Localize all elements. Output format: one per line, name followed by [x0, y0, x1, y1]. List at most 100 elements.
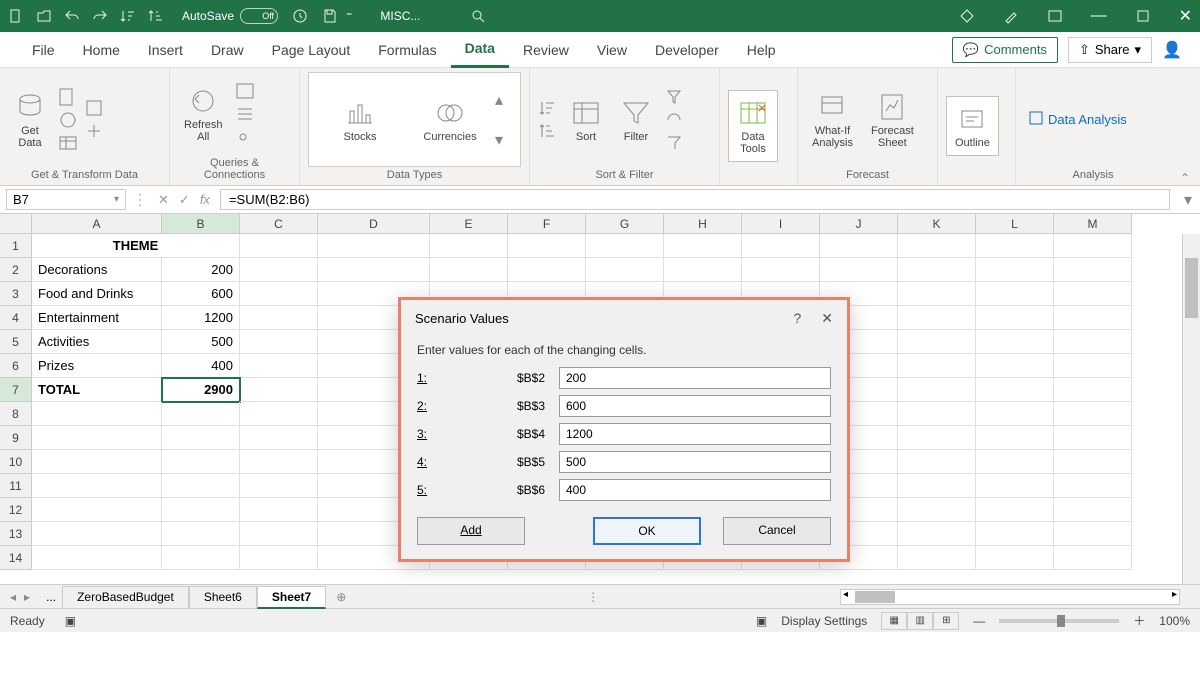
cell[interactable]: [898, 354, 976, 378]
from-web-icon[interactable]: [58, 110, 78, 130]
cell[interactable]: 600: [162, 282, 240, 306]
col-header-G[interactable]: G: [586, 214, 664, 234]
share-button[interactable]: ⇧ Share ▾: [1068, 37, 1152, 63]
cell[interactable]: [240, 306, 318, 330]
queries-icon[interactable]: [235, 81, 255, 101]
new-file-icon[interactable]: [8, 8, 24, 24]
data-analysis-button[interactable]: Data Analysis: [1024, 106, 1131, 133]
page-break-view-icon[interactable]: ⊞: [933, 612, 959, 630]
cell[interactable]: 2900: [162, 378, 240, 402]
zoom-level[interactable]: 100%: [1159, 614, 1190, 628]
cell[interactable]: [1054, 354, 1132, 378]
col-header-I[interactable]: I: [742, 214, 820, 234]
tab-formulas[interactable]: Formulas: [364, 32, 450, 68]
cell[interactable]: Food and Drinks: [32, 282, 162, 306]
cell[interactable]: [1054, 402, 1132, 426]
cell[interactable]: [32, 498, 162, 522]
tab-review[interactable]: Review: [509, 32, 583, 68]
cell[interactable]: [32, 426, 162, 450]
cell[interactable]: [976, 378, 1054, 402]
row-header-10[interactable]: 10: [0, 450, 32, 474]
cell[interactable]: [898, 402, 976, 426]
cell[interactable]: [1054, 234, 1132, 258]
cell[interactable]: [508, 258, 586, 282]
ribbon-display-icon[interactable]: [1047, 8, 1063, 24]
cell[interactable]: [976, 258, 1054, 282]
row-header-8[interactable]: 8: [0, 402, 32, 426]
select-all-corner[interactable]: [0, 214, 32, 234]
cancel-formula-icon[interactable]: ✕: [158, 192, 169, 208]
close-icon[interactable]: ✕: [1179, 6, 1192, 26]
cell[interactable]: [898, 474, 976, 498]
collapse-ribbon-icon[interactable]: ⌃: [1170, 171, 1200, 185]
scenario-value-input[interactable]: [559, 423, 831, 445]
cell[interactable]: [1054, 306, 1132, 330]
row-header-13[interactable]: 13: [0, 522, 32, 546]
row-header-1[interactable]: 1: [0, 234, 32, 258]
row-header-3[interactable]: 3: [0, 282, 32, 306]
fx-icon[interactable]: fx: [200, 192, 210, 208]
cell[interactable]: [976, 234, 1054, 258]
scroll-left-icon[interactable]: ◂: [843, 589, 848, 600]
cell[interactable]: Activities: [32, 330, 162, 354]
row-header-14[interactable]: 14: [0, 546, 32, 570]
cell[interactable]: [240, 522, 318, 546]
recent-sources-icon[interactable]: [84, 98, 104, 118]
col-header-K[interactable]: K: [898, 214, 976, 234]
add-sheet-icon[interactable]: ⊕: [336, 590, 346, 604]
tab-draw[interactable]: Draw: [197, 32, 258, 68]
col-header-H[interactable]: H: [664, 214, 742, 234]
cell[interactable]: [1054, 330, 1132, 354]
normal-view-icon[interactable]: ▦: [881, 612, 907, 630]
user-icon[interactable]: 👤: [1162, 40, 1182, 60]
what-if-button[interactable]: What-If Analysis: [806, 87, 859, 153]
cell[interactable]: [976, 306, 1054, 330]
cell[interactable]: [898, 234, 976, 258]
cell[interactable]: [240, 546, 318, 570]
filter-button[interactable]: Filter: [614, 93, 658, 147]
tab-nav-prev-icon[interactable]: ◂: [10, 590, 16, 604]
tab-help[interactable]: Help: [733, 32, 790, 68]
name-box[interactable]: B7 ▾: [6, 189, 126, 210]
macro-record-icon[interactable]: ▣: [65, 614, 76, 628]
cell[interactable]: [976, 282, 1054, 306]
minimize-icon[interactable]: —: [1091, 7, 1107, 25]
ok-button[interactable]: OK: [593, 517, 701, 545]
redo-icon[interactable]: [92, 8, 108, 24]
cell[interactable]: [976, 498, 1054, 522]
outline-button[interactable]: Outline: [946, 96, 999, 156]
col-header-C[interactable]: C: [240, 214, 318, 234]
zoom-in-icon[interactable]: ＋: [1133, 612, 1145, 629]
cell[interactable]: [318, 258, 430, 282]
cell[interactable]: [976, 330, 1054, 354]
cell[interactable]: [898, 330, 976, 354]
cell[interactable]: [820, 258, 898, 282]
row-header-6[interactable]: 6: [0, 354, 32, 378]
display-settings-label[interactable]: Display Settings: [781, 614, 867, 628]
cell[interactable]: Decorations: [32, 258, 162, 282]
scenario-value-input[interactable]: [559, 451, 831, 473]
cell[interactable]: 200: [162, 258, 240, 282]
cell[interactable]: [1054, 378, 1132, 402]
brush-icon[interactable]: [1003, 8, 1019, 24]
search-icon[interactable]: [470, 8, 486, 24]
cell[interactable]: [240, 402, 318, 426]
cell[interactable]: [162, 450, 240, 474]
cell[interactable]: [32, 450, 162, 474]
cell[interactable]: 1200: [162, 306, 240, 330]
cell[interactable]: [430, 258, 508, 282]
save-icon[interactable]: [322, 8, 338, 24]
cell[interactable]: [586, 234, 664, 258]
tab-nav-next-icon[interactable]: ▸: [24, 590, 30, 604]
data-tools-button[interactable]: Data Tools: [728, 90, 778, 162]
from-text-icon[interactable]: [58, 87, 78, 107]
formula-input[interactable]: =SUM(B2:B6): [220, 189, 1170, 210]
cell[interactable]: [976, 402, 1054, 426]
sheet-tab-zerobasedbudget[interactable]: ZeroBasedBudget: [62, 586, 189, 609]
col-header-M[interactable]: M: [1054, 214, 1132, 234]
close-icon[interactable]: ✕: [821, 310, 833, 327]
undo-icon[interactable]: [64, 8, 80, 24]
add-button[interactable]: Add: [417, 517, 525, 545]
reapply-icon[interactable]: [664, 110, 684, 130]
row-header-12[interactable]: 12: [0, 498, 32, 522]
